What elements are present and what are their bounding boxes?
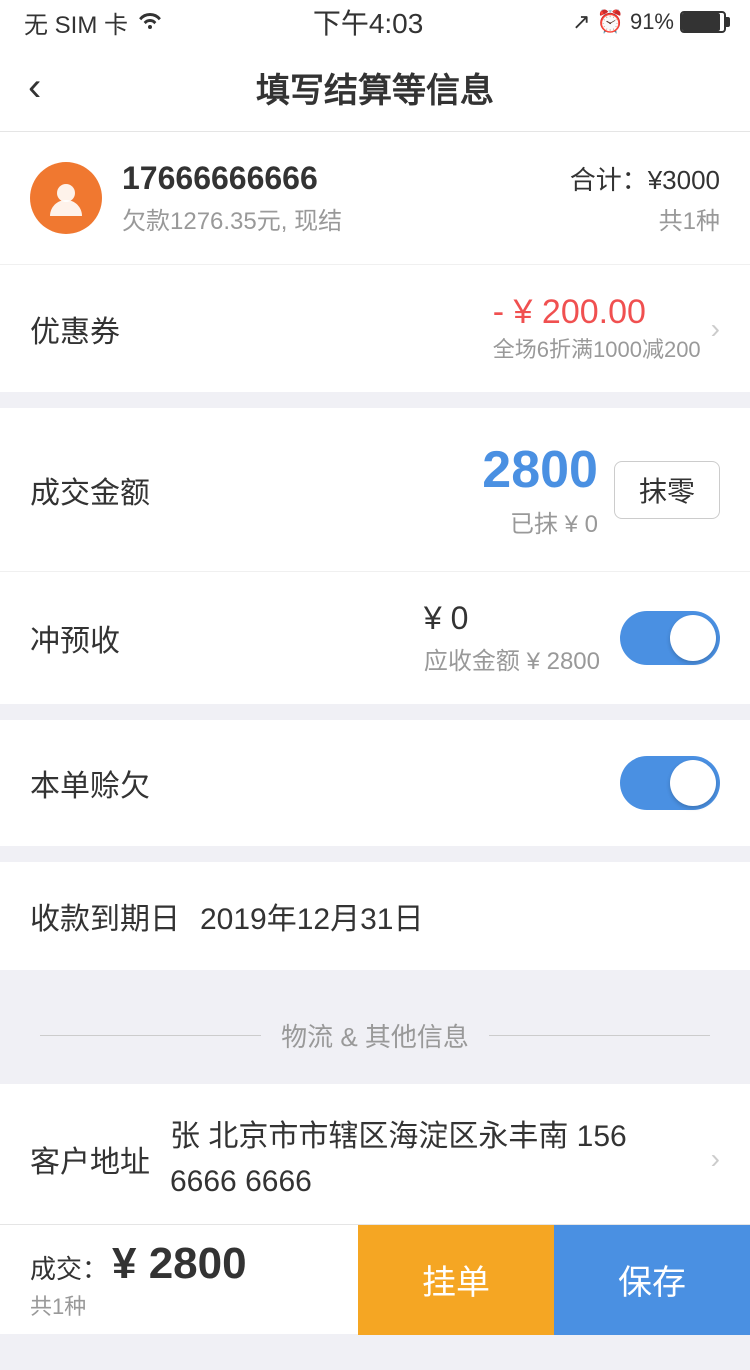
carrier-text: 无 SIM 卡 <box>24 5 128 40</box>
coupon-label: 优惠券 <box>30 307 120 351</box>
nav-bar: ‹ 填写结算等信息 <box>0 44 750 132</box>
due-date-label: 收款到期日 <box>30 894 180 938</box>
status-time: 下午4:03 <box>313 2 424 42</box>
user-subtitle: 欠款1276.35元, 现结 <box>122 201 342 236</box>
coupon-row[interactable]: 优惠券 - ¥ 200.00 全场6折满1000减200 › <box>0 264 750 392</box>
toggle-knob <box>670 615 716 661</box>
amount-section: 成交金额 2800 已抹 ¥ 0 抹零 冲预收 ¥ 0 应收金额 ¥ 2800 <box>0 408 750 704</box>
battery-icon <box>680 11 726 33</box>
user-left: 17666666666 欠款1276.35元, 现结 <box>30 160 342 236</box>
hang-button[interactable]: 挂单 <box>358 1225 554 1335</box>
address-section: 客户地址 张 北京市市辖区海淀区永丰南 156 6666 6666 › <box>0 1084 750 1234</box>
due-date-row: 收款到期日 2019年12月31日 <box>0 862 750 970</box>
user-phone: 17666666666 <box>122 160 342 197</box>
logistics-divider: 物流 & 其他信息 <box>0 986 750 1084</box>
coupon-right: - ¥ 200.00 全场6折满1000减200 › <box>493 293 720 364</box>
avatar <box>30 162 102 234</box>
divider-label: 物流 & 其他信息 <box>0 1010 750 1060</box>
total-count: 共1种 <box>570 201 720 236</box>
status-left: 无 SIM 卡 <box>24 5 164 40</box>
divider-line-left <box>40 1035 261 1036</box>
coupon-desc: 全场6折满1000减200 <box>493 332 701 364</box>
address-value: 张 北京市市辖区海淀区永丰南 156 6666 6666 <box>170 1114 691 1204</box>
debt-toggle[interactable] <box>620 756 720 810</box>
alarm-icon: ⏰ <box>597 9 624 35</box>
due-date-value: 2019年12月31日 <box>200 894 423 938</box>
chong-label: 冲预收 <box>30 616 120 660</box>
battery-text: 91% <box>630 9 674 35</box>
divider-line-right <box>489 1035 710 1036</box>
round-zero-button[interactable]: 抹零 <box>614 461 720 519</box>
bottom-deal-row: 成交： ¥ 2800 <box>30 1239 328 1289</box>
address-label: 客户地址 <box>30 1137 150 1181</box>
bottom-summary: 成交： ¥ 2800 共1种 <box>0 1239 358 1321</box>
user-info-text: 17666666666 欠款1276.35元, 现结 <box>122 160 342 236</box>
debt-row: 本单赊欠 <box>0 720 750 846</box>
deal-amount-row: 成交金额 2800 已抹 ¥ 0 抹零 <box>0 408 750 572</box>
bottom-count: 共1种 <box>30 1289 328 1321</box>
save-button[interactable]: 保存 <box>554 1225 750 1335</box>
status-right: ↗ ⏰ 91% <box>572 9 726 35</box>
bottom-amount: ¥ 2800 <box>112 1239 247 1289</box>
user-info-card: 17666666666 欠款1276.35元, 现结 合计：¥3000 共1种 … <box>0 132 750 392</box>
chong-amount: ¥ 0 <box>424 600 600 637</box>
bottom-bar: 成交： ¥ 2800 共1种 挂单 保存 <box>0 1224 750 1334</box>
deal-amount-label: 成交金额 <box>30 468 150 512</box>
deal-amount-value: 2800 <box>482 440 598 500</box>
deal-amount-right: 2800 已抹 ¥ 0 抹零 <box>482 440 720 539</box>
user-row: 17666666666 欠款1276.35元, 现结 合计：¥3000 共1种 <box>0 132 750 264</box>
chong-row: 冲预收 ¥ 0 应收金额 ¥ 2800 <box>0 572 750 704</box>
debt-label: 本单赊欠 <box>30 761 150 805</box>
divider-text: 物流 & 其他信息 <box>281 1017 469 1054</box>
chong-toggle[interactable] <box>620 611 720 665</box>
content: 17666666666 欠款1276.35元, 现结 合计：¥3000 共1种 … <box>0 132 750 1370</box>
debt-toggle-knob <box>670 760 716 806</box>
page-title: 填写结算等信息 <box>256 63 494 112</box>
status-bar: 无 SIM 卡 下午4:03 ↗ ⏰ 91% <box>0 0 750 44</box>
address-row[interactable]: 客户地址 张 北京市市辖区海淀区永丰南 156 6666 6666 › <box>0 1084 750 1234</box>
address-chevron-icon: › <box>711 1143 720 1175</box>
wifi-icon <box>136 8 164 36</box>
bottom-deal-label: 成交： <box>30 1249 108 1286</box>
location-icon: ↗ <box>572 9 590 35</box>
coupon-discount: - ¥ 200.00 <box>493 293 701 332</box>
coupon-chevron-icon: › <box>711 313 720 345</box>
back-button[interactable]: ‹ <box>28 65 41 110</box>
chong-sub: 应收金额 ¥ 2800 <box>424 641 600 676</box>
total-amount: 合计：¥3000 <box>570 160 720 197</box>
deal-amount-sub: 已抹 ¥ 0 <box>482 504 598 539</box>
user-total: 合计：¥3000 共1种 <box>570 160 720 236</box>
